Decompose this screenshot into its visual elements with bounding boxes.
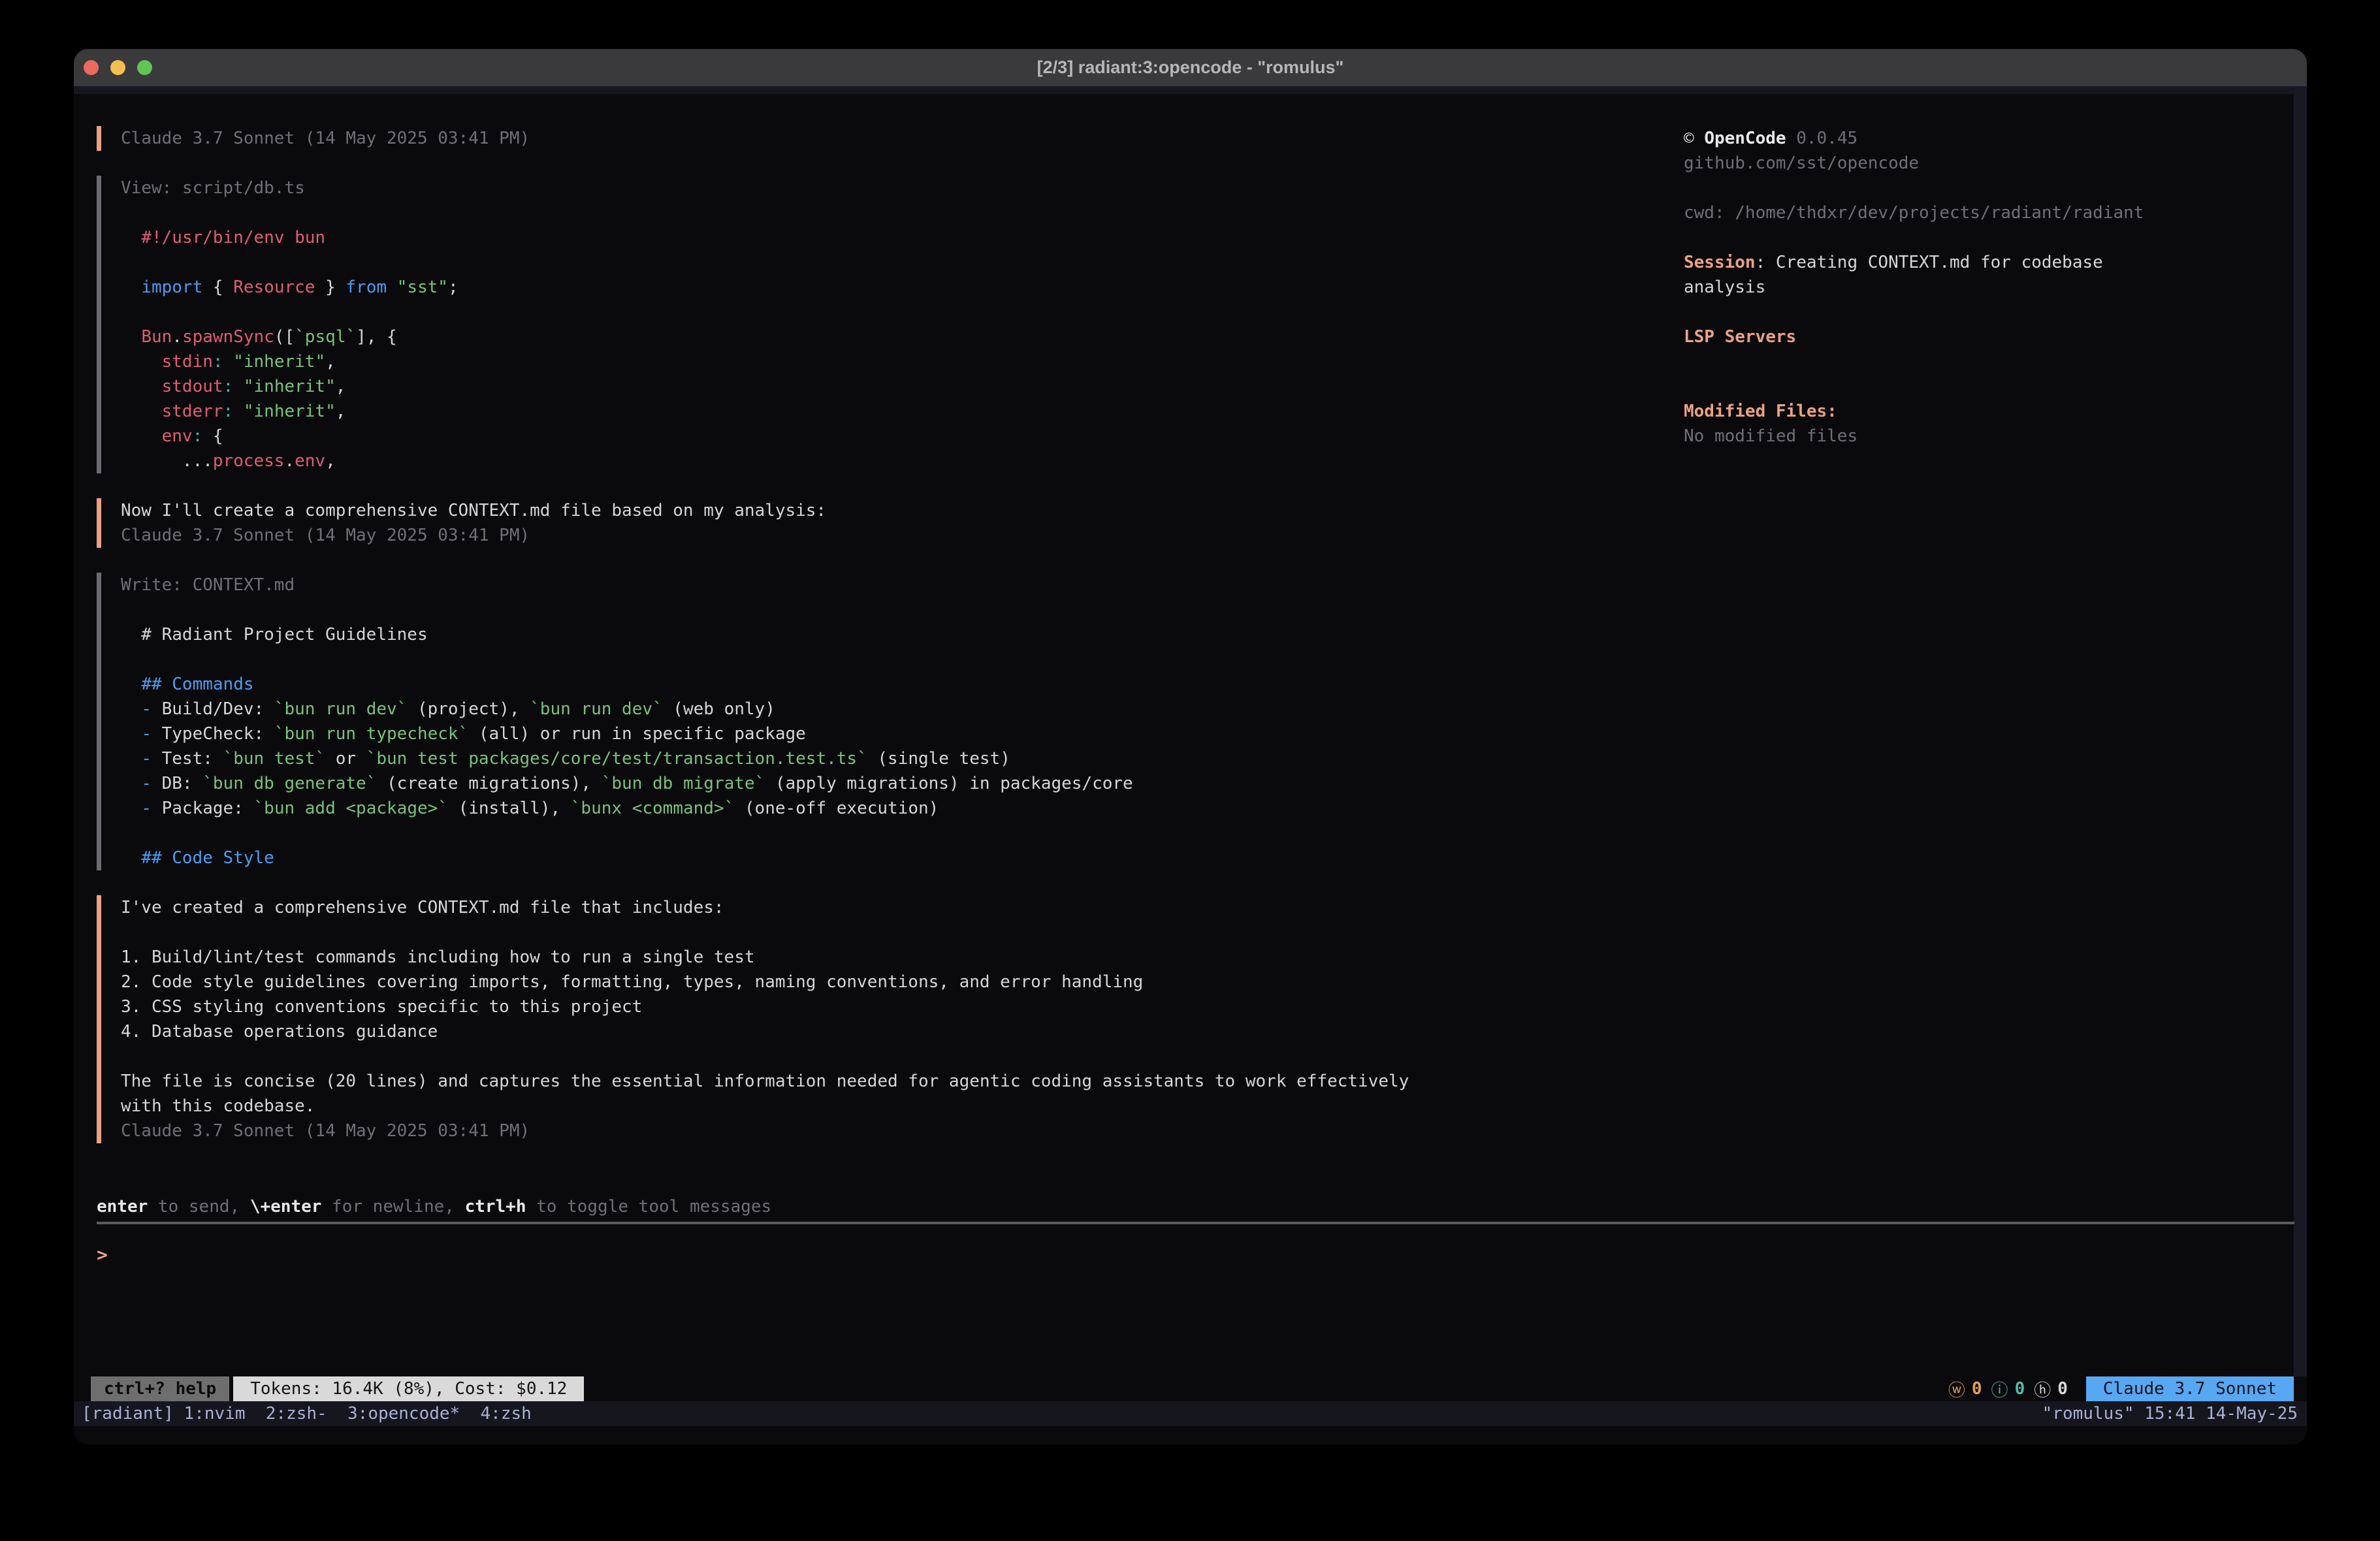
- text-line: stdin: "inherit",: [121, 349, 1651, 374]
- warnings-icon: ⓦ: [1948, 1377, 1965, 1401]
- assistant-header-block: Claude 3.7 Sonnet (14 May 2025 03:41 PM): [97, 126, 1651, 151]
- opencode-status-bar: ctrl+? help Tokens: 16.4K (8%), Cost: $0…: [74, 1376, 2294, 1401]
- text-line: Now I'll create a comprehensive CONTEXT.…: [121, 498, 1651, 523]
- desktop: [2/3] radiant:3:opencode - "romulus" Cla…: [0, 0, 2380, 1541]
- tmux-window-list: [radiant] 1:nvim 2:zsh- 3:opencode* 4:zs…: [74, 1401, 532, 1426]
- help-shortcut-chip: ctrl+? help: [91, 1376, 229, 1401]
- minimize-window-button[interactable]: [110, 60, 125, 75]
- text-line: 4. Database operations guidance: [121, 1019, 1651, 1044]
- terminal-padding-strip-right: [2294, 86, 2307, 1376]
- text-line: Modified Files:: [1684, 399, 2294, 424]
- text-line: Write: CONTEXT.md: [121, 573, 1651, 597]
- tmux-window-4zsh[interactable]: 4:zsh: [481, 1404, 532, 1423]
- text-line: [121, 821, 1651, 846]
- text-line: No modified files: [1684, 424, 2294, 449]
- window-titlebar: [2/3] radiant:3:opencode - "romulus": [74, 49, 2307, 86]
- block-accent-bar: [97, 498, 101, 548]
- text-line: Claude 3.7 Sonnet (14 May 2025 03:41 PM): [121, 1119, 1651, 1143]
- terminal-window: [2/3] radiant:3:opencode - "romulus" Cla…: [74, 49, 2307, 1444]
- text-line: - Package: `bun add <package>` (install)…: [121, 796, 1651, 821]
- tmux-clock: "romulus" 15:41 14-May-25: [2042, 1401, 2307, 1426]
- text-line: - TypeCheck: `bun run typecheck` (all) o…: [121, 722, 1651, 746]
- text-line: 3. CSS styling conventions specific to t…: [121, 994, 1651, 1019]
- terminal-padding-strip: [74, 86, 2307, 94]
- text-line: ## Code Style: [121, 846, 1651, 870]
- hints-icon: ⓗ: [2034, 1377, 2051, 1401]
- assistant-summary-block: I've created a comprehensive CONTEXT.md …: [97, 895, 1651, 1143]
- tmux-session-name: [radiant]: [82, 1401, 184, 1426]
- text-line: env: {: [121, 424, 1651, 449]
- text-line: github.com/sst/opencode: [1684, 151, 2294, 176]
- text-line: © OpenCode 0.0.45: [1684, 126, 2294, 151]
- text-line: [121, 647, 1651, 672]
- text-line: [1684, 225, 2294, 250]
- tokens-cost-chip: Tokens: 16.4K (8%), Cost: $0.12: [233, 1376, 584, 1401]
- text-line: - Build/Dev: `bun run dev` (project), `b…: [121, 697, 1651, 722]
- model-badge: Claude 3.7 Sonnet: [2086, 1376, 2294, 1401]
- text-line: [121, 200, 1651, 225]
- block-accent-bar: [97, 176, 101, 473]
- text-line: [121, 597, 1651, 622]
- text-line: 1. Build/lint/test commands including ho…: [121, 945, 1651, 970]
- assistant-message-block: Now I'll create a comprehensive CONTEXT.…: [97, 498, 1651, 548]
- tool-view-block: View: script/db.ts #!/usr/bin/env bun im…: [97, 176, 1651, 473]
- text-line: stderr: "inherit",: [121, 399, 1651, 424]
- text-line: analysis: [1684, 275, 2294, 300]
- text-line: [121, 300, 1651, 325]
- block-accent-bar: [97, 126, 101, 151]
- text-line: 2. Code style guidelines covering import…: [121, 970, 1651, 994]
- text-line: Session: Creating CONTEXT.md for codebas…: [1684, 250, 2294, 275]
- text-line: #!/usr/bin/env bun: [121, 225, 1651, 250]
- text-line: I've created a comprehensive CONTEXT.md …: [121, 895, 1651, 920]
- tmux-status-bar: [radiant] 1:nvim 2:zsh- 3:opencode* 4:zs…: [74, 1401, 2307, 1426]
- block-accent-bar: [97, 573, 101, 870]
- tmux-window-1nvim[interactable]: 1:nvim: [184, 1404, 266, 1423]
- text-line: with this codebase.: [121, 1094, 1651, 1119]
- text-line: [121, 1044, 1651, 1069]
- text-line: enter to send, \+enter for newline, ctrl…: [97, 1194, 771, 1219]
- text-line: Bun.spawnSync([`psql`], {: [121, 325, 1651, 349]
- text-line: The file is concise (20 lines) and captu…: [121, 1069, 1651, 1094]
- zoom-window-button[interactable]: [137, 60, 152, 75]
- text-line: View: script/db.ts: [121, 176, 1651, 200]
- tmux-window-2zsh[interactable]: 2:zsh-: [266, 1404, 347, 1423]
- text-line: ## Commands: [121, 672, 1651, 697]
- prompt-symbol: >: [97, 1244, 108, 1265]
- text-line: [1684, 349, 2294, 374]
- text-line: [1684, 374, 2294, 399]
- traffic-lights: [74, 49, 152, 86]
- warnings-count: ⓦ0: [1948, 1377, 1982, 1401]
- close-window-button[interactable]: [84, 60, 99, 75]
- text-line: # Radiant Project Guidelines: [121, 622, 1651, 647]
- text-line: Claude 3.7 Sonnet (14 May 2025 03:41 PM): [121, 126, 1651, 151]
- text-line: Claude 3.7 Sonnet (14 May 2025 03:41 PM): [121, 523, 1651, 548]
- hints-count: ⓗ0: [2034, 1377, 2068, 1401]
- text-line: [1684, 176, 2294, 200]
- chat-message-area: Claude 3.7 Sonnet (14 May 2025 03:41 PM)…: [97, 126, 1651, 1168]
- block-accent-bar: [97, 895, 101, 1143]
- text-line: cwd: /home/thdxr/dev/projects/radiant/ra…: [1684, 200, 2294, 225]
- text-line: [121, 250, 1651, 275]
- text-line: [1684, 300, 2294, 325]
- text-line: import { Resource } from "sst";: [121, 275, 1651, 300]
- window-title: [2/3] radiant:3:opencode - "romulus": [1037, 57, 1344, 78]
- text-line: LSP Servers: [1684, 325, 2294, 349]
- session-info-sidebar: © OpenCode 0.0.45github.com/sst/opencode…: [1684, 126, 2294, 449]
- info-count: ⓘ0: [1991, 1377, 2025, 1401]
- tmux-window-3opencode[interactable]: 3:opencode*: [347, 1404, 481, 1423]
- text-line: - DB: `bun db generate` (create migratio…: [121, 771, 1651, 796]
- diagnostics-counters: ⓦ0 ⓘ0 ⓗ0: [1948, 1377, 2068, 1401]
- text-line: ...process.env,: [121, 449, 1651, 473]
- tool-write-block: Write: CONTEXT.md # Radiant Project Guid…: [97, 573, 1651, 870]
- text-line: [121, 920, 1651, 945]
- text-line: stdout: "inherit",: [121, 374, 1651, 399]
- text-line: - Test: `bun test` or `bun test packages…: [121, 746, 1651, 771]
- chat-input[interactable]: >: [97, 1243, 108, 1267]
- input-separator: [97, 1222, 2294, 1224]
- info-icon: ⓘ: [1991, 1377, 2008, 1401]
- keybinding-hint: enter to send, \+enter for newline, ctrl…: [97, 1194, 771, 1219]
